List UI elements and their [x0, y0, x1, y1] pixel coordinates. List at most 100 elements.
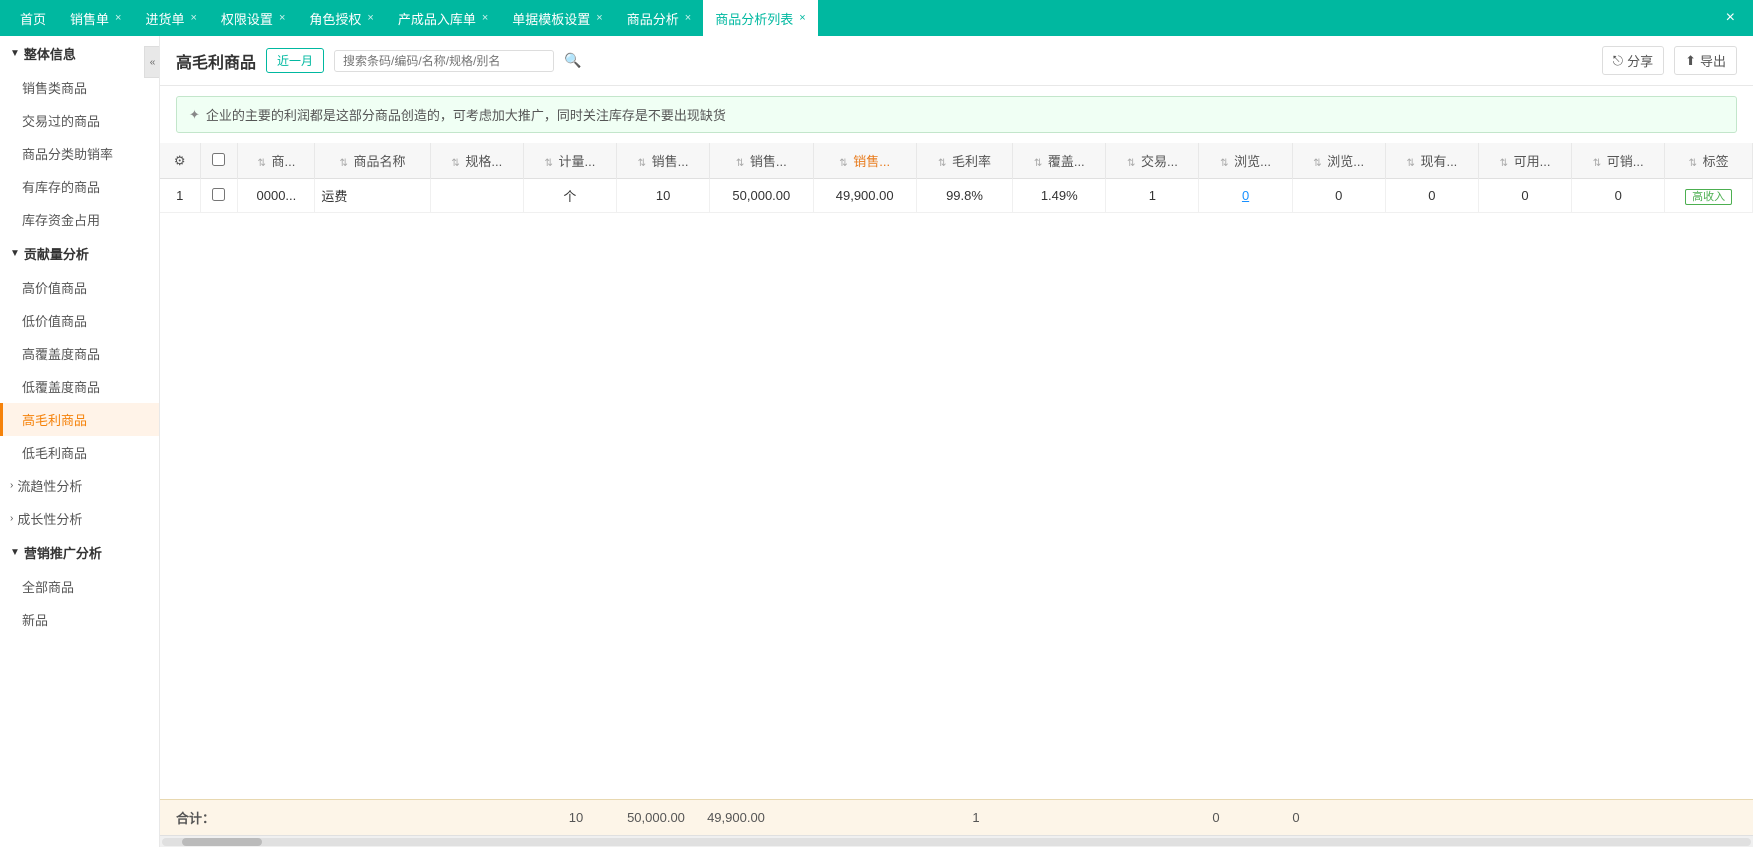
th-gross-rate[interactable]: ⇅ 毛利率: [916, 143, 1012, 179]
th-code[interactable]: ⇅ 商...: [238, 143, 315, 179]
sidebar-item-high-value[interactable]: 高价值商品: [0, 271, 159, 304]
nav-item-role[interactable]: 角色授权 ×: [297, 0, 385, 36]
sort-icon-sales-qty: ⇅: [638, 158, 646, 169]
search-icon[interactable]: 🔍: [564, 52, 581, 69]
sidebar-group-trend[interactable]: › 流趋性分析: [0, 469, 159, 502]
close-template-tab[interactable]: ×: [596, 12, 602, 24]
main-layout: « ▼ 整体信息 销售类商品 交易过的商品 商品分类助销率 有库存的商品 库存资…: [0, 36, 1753, 847]
table-wrapper[interactable]: ⚙ ⇅ 商... ⇅ 商品名称: [160, 143, 1753, 799]
th-sales-cost[interactable]: ⇅ 销售...: [813, 143, 916, 179]
th-stock-current[interactable]: ⇅ 现有...: [1385, 143, 1478, 179]
nav-item-sales[interactable]: 销售单 ×: [58, 0, 133, 36]
sidebar-item-traded-goods[interactable]: 交易过的商品: [0, 104, 159, 137]
sidebar-item-low-coverage[interactable]: 低覆盖度商品: [0, 370, 159, 403]
row-checkbox[interactable]: [212, 188, 225, 201]
cell-stock-saleable: 0: [1572, 179, 1665, 213]
sort-icon-sales-cost: ⇅: [839, 158, 847, 169]
th-unit[interactable]: ⇅ 计量...: [523, 143, 616, 179]
th-browse1[interactable]: ⇅ 浏览...: [1199, 143, 1292, 179]
th-name[interactable]: ⇅ 商品名称: [315, 143, 430, 179]
sidebar-item-category-rate[interactable]: 商品分类助销率: [0, 137, 159, 170]
share-icon: ⎋: [1613, 53, 1623, 69]
sort-icon-name: ⇅: [340, 158, 348, 169]
cell-code: 0000...: [238, 179, 315, 213]
search-input[interactable]: [334, 50, 554, 72]
th-spec[interactable]: ⇅ 规格...: [430, 143, 523, 179]
settings-icon[interactable]: ⚙: [174, 153, 186, 168]
sort-icon-trade-count: ⇅: [1127, 158, 1135, 169]
content-header: 高毛利商品 近一月 🔍 ⎋ 分享 ⬆ 导出: [160, 36, 1753, 86]
close-permission-tab[interactable]: ×: [279, 12, 285, 24]
th-browse2[interactable]: ⇅ 浏览...: [1292, 143, 1385, 179]
close-role-tab[interactable]: ×: [367, 12, 373, 24]
sidebar-item-all-goods[interactable]: 全部商品: [0, 570, 159, 603]
cell-trade-count: 1: [1106, 179, 1199, 213]
sidebar-item-high-coverage[interactable]: 高覆盖度商品: [0, 337, 159, 370]
export-icon: ⬆: [1685, 53, 1696, 69]
sort-icon-sales-amount: ⇅: [736, 158, 744, 169]
sort-icon: ⇅: [257, 158, 265, 169]
th-stock-saleable[interactable]: ⇅ 可销...: [1572, 143, 1665, 179]
close-analysis-list-tab[interactable]: ×: [799, 12, 805, 24]
cell-unit: 个: [523, 179, 616, 213]
nav-item-analysis[interactable]: 商品分析 ×: [615, 0, 703, 36]
cell-browse1[interactable]: 0: [1199, 179, 1292, 213]
info-icon: ✦: [189, 107, 200, 123]
sidebar-item-in-stock[interactable]: 有库存的商品: [0, 170, 159, 203]
cell-checkbox[interactable]: [200, 179, 238, 213]
nav-item-product-in[interactable]: 产成品入库单 ×: [386, 0, 500, 36]
nav-item-home[interactable]: 首页: [8, 0, 58, 36]
th-sales-qty[interactable]: ⇅ 销售...: [617, 143, 710, 179]
th-checkbox[interactable]: [200, 143, 238, 179]
sort-icon-browse1: ⇅: [1220, 158, 1228, 169]
sidebar-group-marketing[interactable]: ▼ 营销推广分析: [0, 535, 159, 570]
th-tag[interactable]: ⇅ 标签: [1665, 143, 1753, 179]
sidebar-item-new-goods[interactable]: 新品: [0, 603, 159, 636]
close-purchase-tab[interactable]: ×: [190, 12, 196, 24]
th-sales-amount[interactable]: ⇅ 销售...: [710, 143, 813, 179]
sort-icon-spec: ⇅: [451, 158, 459, 169]
share-btn[interactable]: ⎋ 分享: [1602, 46, 1664, 75]
nav-item-permission[interactable]: 权限设置 ×: [209, 0, 297, 36]
marketing-group-arrow: ▼: [10, 547, 20, 558]
browse1-link[interactable]: 0: [1242, 188, 1249, 203]
sort-icon-coverage: ⇅: [1034, 158, 1042, 169]
sidebar-item-stock-capital[interactable]: 库存资金占用: [0, 203, 159, 236]
cell-tag: 高收入: [1665, 179, 1753, 213]
th-coverage[interactable]: ⇅ 覆盖...: [1013, 143, 1106, 179]
close-sales-tab[interactable]: ×: [115, 12, 121, 24]
sidebar-group-growth[interactable]: › 成长性分析: [0, 502, 159, 535]
cell-spec: [430, 179, 523, 213]
window-close-btn[interactable]: ×: [1716, 9, 1745, 27]
content-area: 高毛利商品 近一月 🔍 ⎋ 分享 ⬆ 导出 ✦ 企业的主要的利润都是这部分商品创…: [160, 36, 1753, 847]
filter-recent-month-btn[interactable]: 近一月: [266, 48, 324, 73]
close-analysis-tab[interactable]: ×: [685, 12, 691, 24]
footer-col1: 0: [1176, 810, 1256, 825]
sidebar-item-high-margin[interactable]: 高毛利商品: [0, 403, 159, 436]
horizontal-scrollbar[interactable]: [160, 835, 1753, 847]
th-stock-available[interactable]: ⇅ 可用...: [1478, 143, 1571, 179]
sidebar-group-contribution[interactable]: ▼ 贡献量分析: [0, 236, 159, 271]
data-table: ⚙ ⇅ 商... ⇅ 商品名称: [160, 143, 1753, 213]
export-btn[interactable]: ⬆ 导出: [1674, 46, 1737, 75]
nav-item-analysis-list[interactable]: 商品分析列表 ×: [703, 0, 817, 36]
sidebar-item-low-value[interactable]: 低价值商品: [0, 304, 159, 337]
sidebar-group-overall[interactable]: ▼ 整体信息: [0, 36, 159, 71]
footer-sales-cost: 49,900.00: [696, 810, 776, 825]
th-trade-count[interactable]: ⇅ 交易...: [1106, 143, 1199, 179]
scrollbar-track[interactable]: [162, 838, 1751, 846]
top-nav: 首页 销售单 × 进货单 × 权限设置 × 角色授权 × 产成品入库单 × 单据…: [0, 0, 1753, 36]
sidebar-item-sales-goods[interactable]: 销售类商品: [0, 71, 159, 104]
nav-item-purchase[interactable]: 进货单 ×: [133, 0, 208, 36]
cell-sales-qty: 10: [617, 179, 710, 213]
sidebar-collapse-btn[interactable]: «: [144, 46, 160, 78]
nav-item-template[interactable]: 单据模板设置 ×: [500, 0, 614, 36]
cell-stock-available: 0: [1478, 179, 1571, 213]
sidebar-item-low-margin[interactable]: 低毛利商品: [0, 436, 159, 469]
footer-sales-qty: 10: [536, 810, 616, 825]
footer-col2: 0: [1256, 810, 1336, 825]
scrollbar-thumb[interactable]: [182, 838, 262, 846]
select-all-checkbox[interactable]: [212, 153, 225, 166]
info-banner: ✦ 企业的主要的利润都是这部分商品创造的，可考虑加大推广，同时关注库存是不要出现…: [176, 96, 1737, 133]
close-product-in-tab[interactable]: ×: [482, 12, 488, 24]
